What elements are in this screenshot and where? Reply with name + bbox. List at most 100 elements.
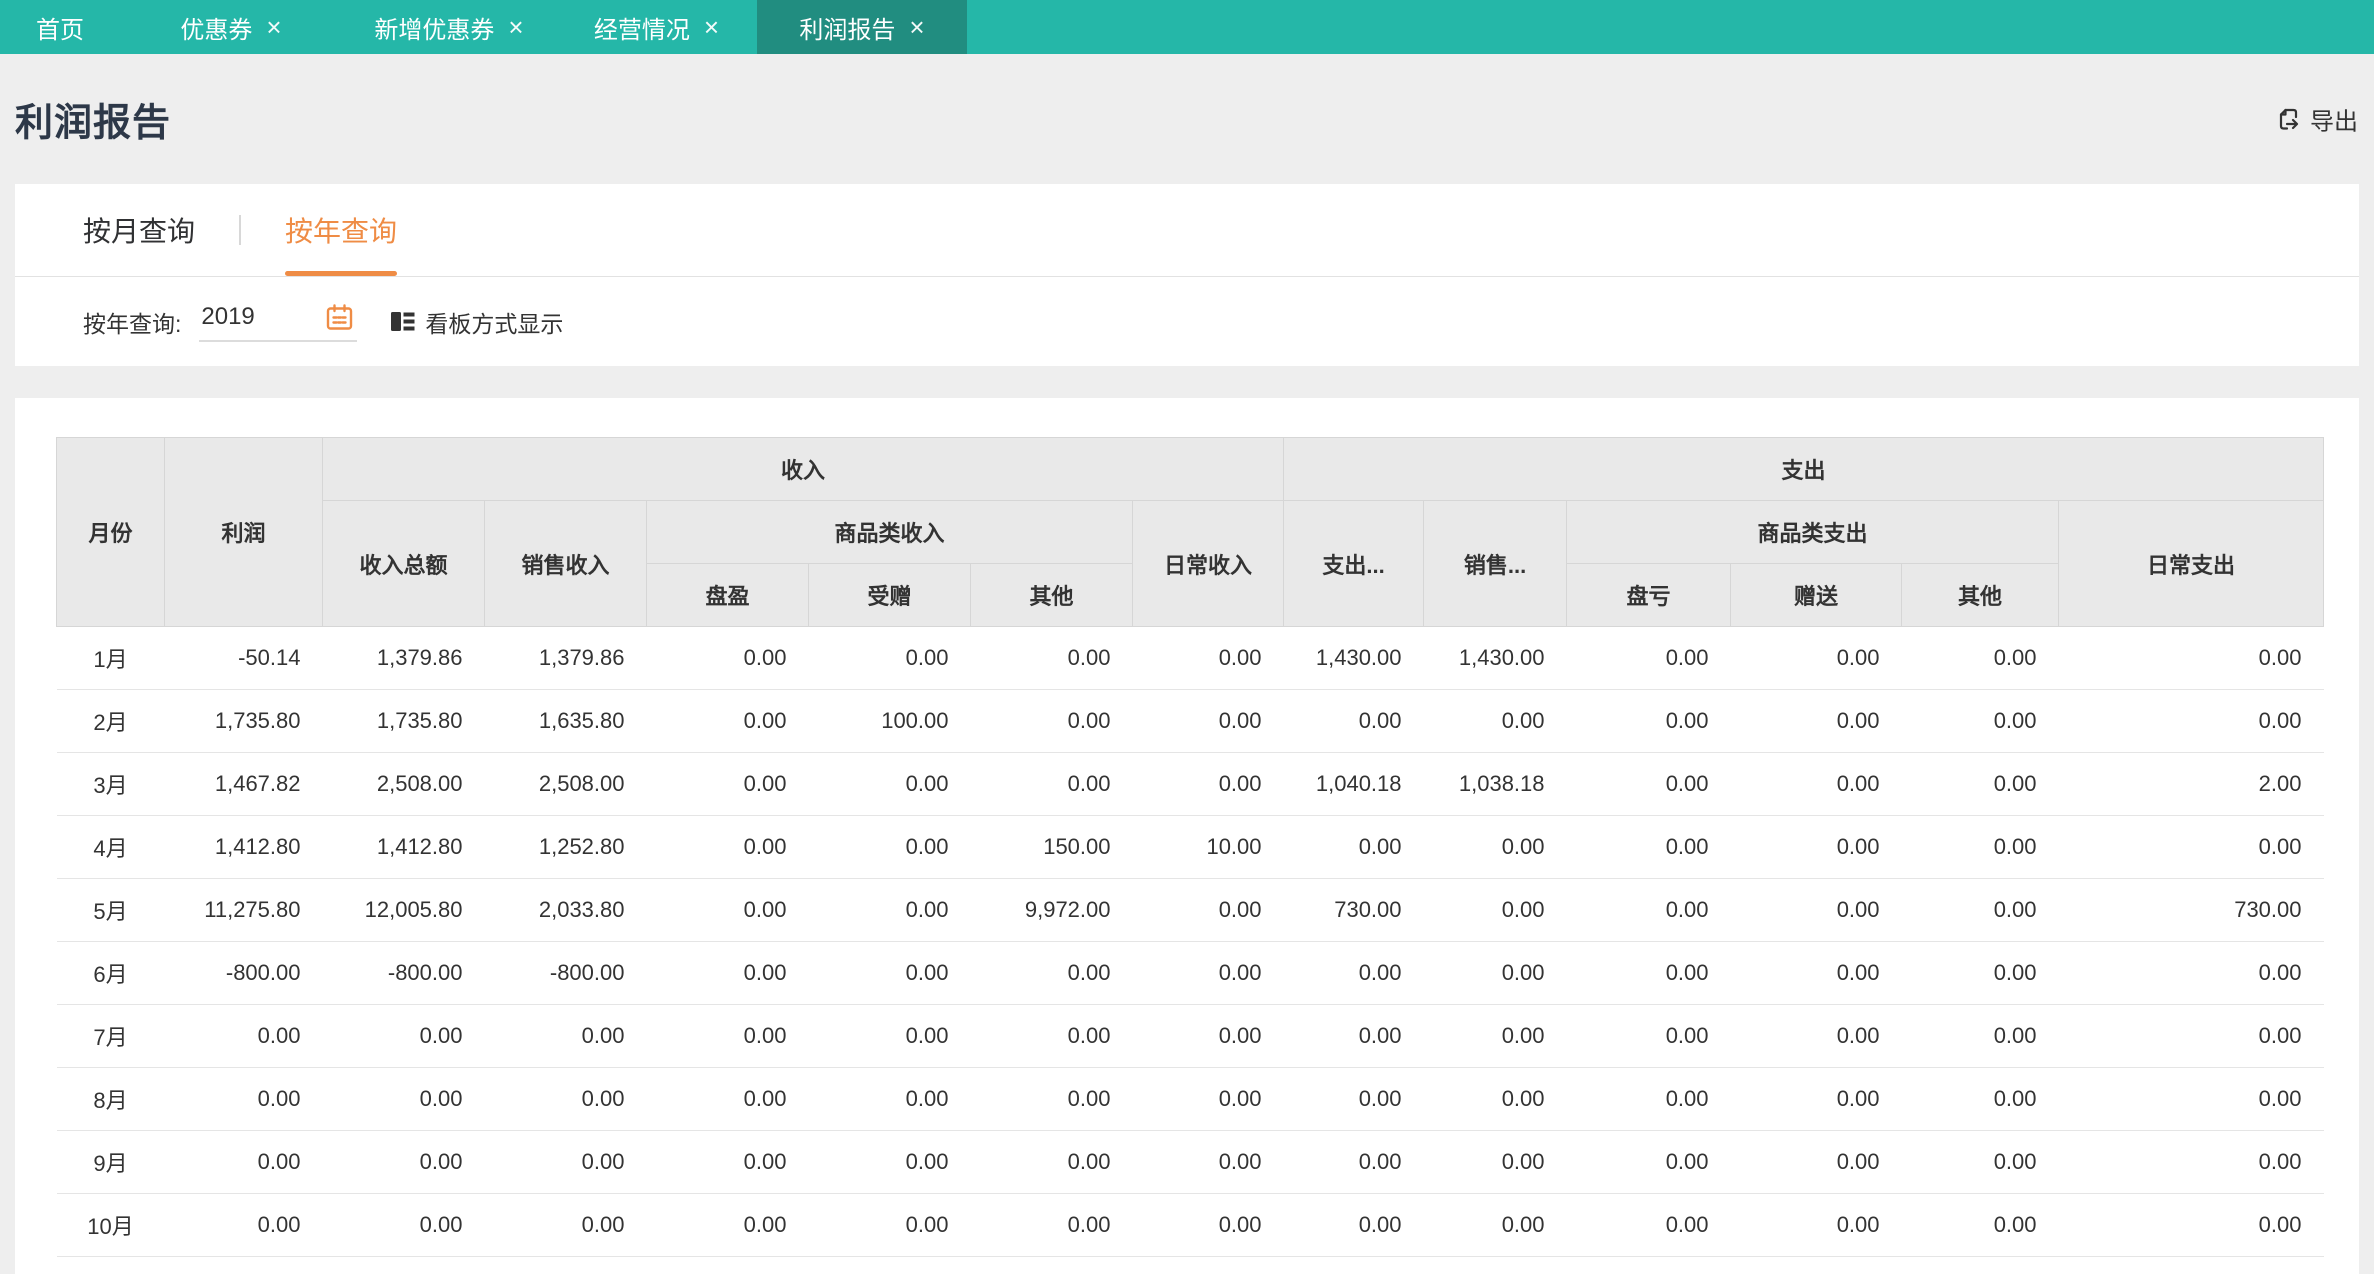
value-cell: 0.00 xyxy=(646,752,809,816)
value-cell: 0.00 xyxy=(1423,1004,1567,1068)
value-cell: 0.00 xyxy=(322,1193,485,1257)
col-income-total: 收入总额 xyxy=(322,500,485,627)
table-row: 8月 0.00 0.00 0.00 0.00 0.00 0.00 0.00 0.00 0.00 0.… xyxy=(56,1067,2324,1131)
value-cell: 0.00 xyxy=(1566,878,1731,942)
page-header: 利润报告 导出 xyxy=(0,54,2374,184)
value-cell: 0.00 xyxy=(1730,626,1902,690)
value-cell: 0.00 xyxy=(1901,752,2059,816)
value-cell: 0.00 xyxy=(1132,752,1284,816)
tab-profit-report-active[interactable]: 利润报告 × xyxy=(757,0,967,54)
close-icon[interactable]: × xyxy=(704,14,719,40)
value-cell: 1,038.18 xyxy=(1423,752,1567,816)
close-icon[interactable]: × xyxy=(909,14,924,40)
table-row: 7月 0.00 0.00 0.00 0.00 0.00 0.00 0.00 0.00 0.00 0.… xyxy=(56,1004,2324,1068)
value-cell: 0.00 xyxy=(1423,1193,1567,1257)
value-cell: 0.00 xyxy=(1283,1130,1424,1194)
query-panel: 按月查询 按年查询 按年查询: 2019 看板方式显示 xyxy=(15,184,2359,366)
value-cell: 0.00 xyxy=(1423,878,1567,942)
value-cell: 0.00 xyxy=(1901,689,2059,753)
value-cell: 0.00 xyxy=(646,689,809,753)
value-cell: 150.00 xyxy=(970,815,1133,879)
month-cell: 8月 xyxy=(56,1067,165,1131)
col-daily-income: 日常收入 xyxy=(1131,500,1285,627)
value-cell: 0.00 xyxy=(808,1067,971,1131)
value-cell: 0.00 xyxy=(1566,941,1731,1005)
value-cell: 0.00 xyxy=(484,1004,647,1068)
value-cell: 0.00 xyxy=(1901,941,2059,1005)
value-cell: -800.00 xyxy=(484,941,647,1005)
value-cell: 1,040.18 xyxy=(1283,752,1424,816)
value-cell: 0.00 xyxy=(1566,815,1731,879)
value-cell: 0.00 xyxy=(1901,815,2059,879)
tab-home[interactable]: 首页 xyxy=(0,0,120,54)
year-input[interactable] xyxy=(201,303,302,331)
value-cell: 0.00 xyxy=(2058,815,2324,879)
tab-label: 优惠券 xyxy=(180,16,253,44)
col-profit: 利润 xyxy=(164,437,323,627)
board-view-toggle[interactable]: 看板方式显示 xyxy=(389,305,563,339)
tab-new-coupon[interactable]: 新增优惠券 × xyxy=(342,0,556,54)
value-cell: 11,275.80 xyxy=(164,878,323,942)
value-cell: 0.00 xyxy=(646,1067,809,1131)
value-cell: 0.00 xyxy=(646,878,809,942)
value-cell: -800.00 xyxy=(164,941,323,1005)
year-picker[interactable] xyxy=(199,302,358,342)
value-cell: 0.00 xyxy=(1132,689,1284,753)
value-cell: 0.00 xyxy=(2058,941,2324,1005)
value-cell: 0.00 xyxy=(1730,1067,1902,1131)
export-label: 导出 xyxy=(2310,108,2358,136)
export-button[interactable]: 导出 xyxy=(2273,102,2358,137)
col-daily-expense: 日常支出 xyxy=(2058,500,2324,627)
value-cell: 0.00 xyxy=(970,1193,1133,1257)
value-cell: 0.00 xyxy=(1566,1004,1731,1068)
month-cell: 2月 xyxy=(56,689,165,753)
close-icon[interactable]: × xyxy=(508,14,523,40)
value-cell: 0.00 xyxy=(1730,1004,1902,1068)
value-cell: 0.00 xyxy=(970,1067,1133,1131)
value-cell: 0.00 xyxy=(1730,689,1902,753)
value-cell: 0.00 xyxy=(1283,1193,1424,1257)
value-cell: 0.00 xyxy=(808,941,971,1005)
value-cell: 0.00 xyxy=(1283,689,1424,753)
col-gift-given: 赠送 xyxy=(1730,563,1903,627)
value-cell: 0.00 xyxy=(808,1004,971,1068)
value-cell: 1,379.86 xyxy=(484,626,647,690)
col-expense-total: 支出... xyxy=(1283,500,1425,627)
value-cell: 0.00 xyxy=(1283,815,1424,879)
tab-label: 利润报告 xyxy=(799,16,896,44)
tab-query-by-year[interactable]: 按年查询 xyxy=(285,184,398,276)
value-cell: 0.00 xyxy=(1423,941,1567,1005)
group-product-expense: 商品类支出 xyxy=(1566,500,2060,564)
tab-coupons[interactable]: 优惠券 × xyxy=(120,0,342,54)
value-cell: 1,635.80 xyxy=(484,689,647,753)
value-cell: -50.14 xyxy=(164,626,323,690)
tab-query-by-month[interactable]: 按月查询 xyxy=(83,184,195,276)
close-icon[interactable]: × xyxy=(266,14,281,40)
col-sales-income: 销售收入 xyxy=(484,500,647,627)
group-product-income: 商品类收入 xyxy=(646,500,1133,564)
tab-business-status[interactable]: 经营情况 × xyxy=(556,0,757,54)
value-cell: 0.00 xyxy=(484,1067,647,1131)
value-cell: 0.00 xyxy=(484,1130,647,1194)
value-cell: 2,508.00 xyxy=(484,752,647,816)
tab-label: 新增优惠券 xyxy=(374,16,495,44)
value-cell: 1,252.80 xyxy=(484,815,647,879)
value-cell: 0.00 xyxy=(1423,1130,1567,1194)
table-header: 月份 利润 收入 支出 收入总额 销售收入 商品类收入 日常收入 支出... 销… xyxy=(56,437,2324,627)
table-row: 5月 11,275.80 12,005.80 2,033.80 0.00 0.00 9,97… xyxy=(56,878,2324,942)
value-cell: 0.00 xyxy=(1566,1193,1731,1257)
value-cell: 0.00 xyxy=(1283,1067,1424,1131)
table-row: 10月 0.00 0.00 0.00 0.00 0.00 0.00 0.00 0.00 0.00 0… xyxy=(56,1193,2324,1257)
value-cell: 730.00 xyxy=(2058,878,2324,942)
col-month: 月份 xyxy=(56,437,165,627)
value-cell: 0.00 xyxy=(646,626,809,690)
calendar-icon[interactable] xyxy=(324,302,355,333)
value-cell: 0.00 xyxy=(322,1004,485,1068)
month-cell: 7月 xyxy=(56,1004,165,1068)
value-cell: 0.00 xyxy=(1901,1130,2059,1194)
value-cell: 0.00 xyxy=(1730,1193,1902,1257)
value-cell: 12,005.80 xyxy=(322,878,485,942)
value-cell: 1,467.82 xyxy=(164,752,323,816)
group-expense: 支出 xyxy=(1283,437,2324,501)
filter-row: 按年查询: 2019 看板方式显示 xyxy=(15,277,2359,366)
